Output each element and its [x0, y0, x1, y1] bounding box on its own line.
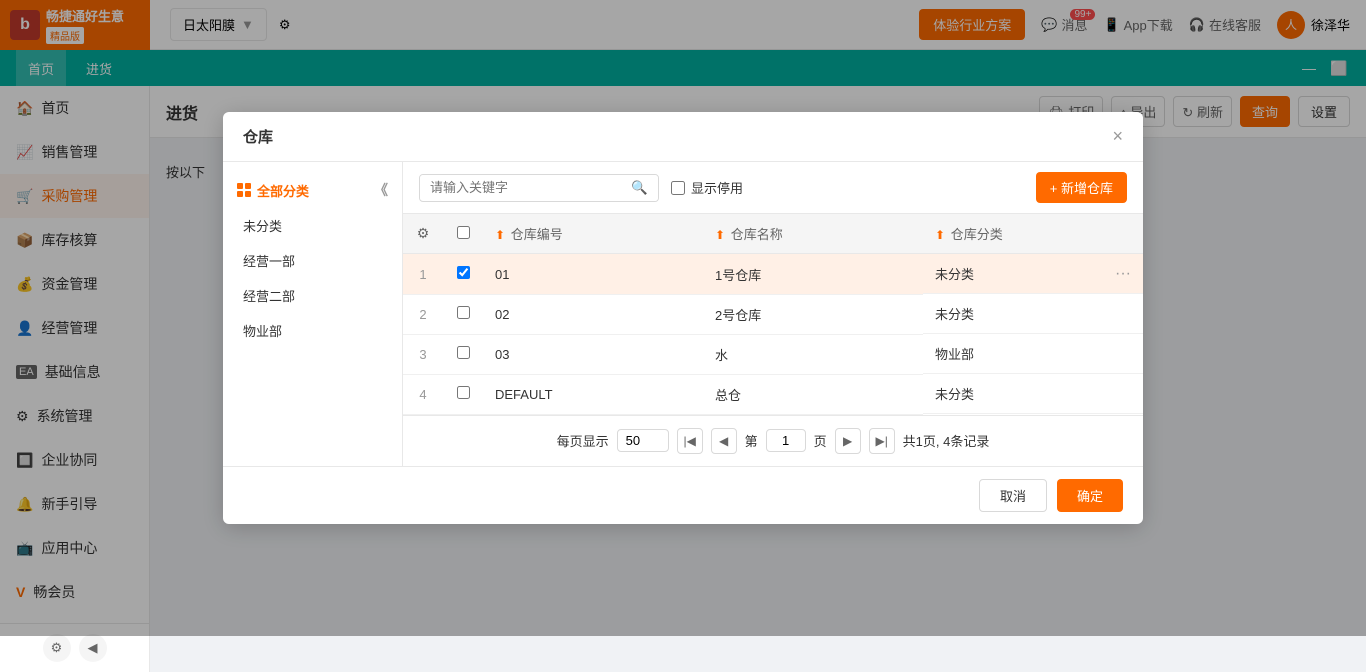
row-checkbox-cell	[443, 374, 483, 414]
row-checkbox[interactable]	[457, 386, 470, 399]
sort-icon-cat: ⬆	[935, 228, 945, 242]
row-name: 水	[703, 334, 923, 374]
row-checkbox-cell	[443, 334, 483, 374]
search-btn[interactable]: 🔍	[621, 175, 658, 201]
pagination-total: 共1页, 4条记录	[903, 431, 990, 450]
page-input[interactable]	[766, 429, 806, 452]
row-more-btn[interactable]: ···	[1115, 265, 1131, 283]
th-warehouse-category: ⬆ 仓库分类	[923, 214, 1143, 254]
row-num: 2	[403, 294, 443, 334]
page-unit: 页	[814, 431, 827, 450]
confirm-btn[interactable]: 确定	[1057, 479, 1123, 512]
modal-close-btn[interactable]: ×	[1112, 126, 1123, 147]
sort-icon: ⬆	[495, 228, 505, 242]
row-checkbox-cell	[443, 254, 483, 295]
category-all-label: 全部分类	[257, 181, 309, 200]
row-num: 1	[403, 254, 443, 295]
row-category: 未分类 ···	[923, 254, 1143, 294]
show-disabled-checkbox[interactable]	[671, 181, 685, 195]
th-settings: ⚙	[403, 214, 443, 254]
table-row[interactable]: 3 03 水 物业部	[403, 334, 1143, 374]
cancel-btn[interactable]: 取消	[979, 479, 1047, 512]
sidebar-settings-btn[interactable]: ⚙	[43, 634, 71, 662]
modal-title: 仓库	[243, 126, 273, 147]
table-row[interactable]: 2 02 2号仓库 未分类	[403, 294, 1143, 334]
row-checkbox-cell	[443, 294, 483, 334]
table-row[interactable]: 4 DEFAULT 总仓 未分类	[403, 374, 1143, 414]
category-panel: 全部分类 《 未分类 经营一部 经营二部 物业部	[223, 162, 403, 466]
next-page-btn[interactable]: ▶	[835, 428, 861, 454]
pagination: 每页显示 50 20 100 |◀ ◀ 第 页 ▶ ▶| 共1页, 4条记录	[403, 415, 1143, 466]
row-code: 01	[483, 254, 703, 295]
row-name: 2号仓库	[703, 294, 923, 334]
first-page-btn[interactable]: |◀	[677, 428, 703, 454]
category-item-unclassified[interactable]: 未分类	[223, 208, 402, 243]
row-category: 物业部	[923, 334, 1143, 374]
modal-header: 仓库 ×	[223, 112, 1143, 162]
row-category: 未分类	[923, 294, 1143, 334]
warehouse-table: ⚙ ⬆ 仓库编号 ⬆	[403, 214, 1143, 415]
sort-icon-name: ⬆	[715, 228, 725, 242]
row-code: DEFAULT	[483, 374, 703, 414]
category-item-ops2[interactable]: 经营二部	[223, 278, 402, 313]
row-name: 1号仓库	[703, 254, 923, 295]
page-label: 第	[745, 431, 758, 450]
category-all-label-wrap: 全部分类	[237, 181, 309, 200]
category-item-property[interactable]: 物业部	[223, 313, 402, 348]
category-collapse-icon[interactable]: 《	[374, 180, 388, 200]
per-page-select[interactable]: 50 20 100	[617, 429, 669, 452]
search-wrap: 🔍	[419, 174, 659, 202]
th-warehouse-code: ⬆ 仓库编号	[483, 214, 703, 254]
row-checkbox[interactable]	[457, 306, 470, 319]
category-all-btn[interactable]: 全部分类 《	[223, 172, 402, 208]
table-row[interactable]: 1 01 1号仓库 未分类 ···	[403, 254, 1143, 295]
row-name: 总仓	[703, 374, 923, 414]
warehouse-modal: 仓库 × 全部分类 《 未分类 经营一部 经营二部 物业部	[223, 112, 1143, 524]
per-page-label: 每页显示	[557, 431, 609, 450]
row-code: 03	[483, 334, 703, 374]
search-icon: 🔍	[631, 180, 648, 195]
right-panel: 🔍 显示停用 + 新增仓库 ⚙	[403, 162, 1143, 466]
category-item-ops1[interactable]: 经营一部	[223, 243, 402, 278]
grid-icon	[237, 183, 251, 197]
modal-overlay: 仓库 × 全部分类 《 未分类 经营一部 经营二部 物业部	[0, 0, 1366, 636]
prev-page-btn[interactable]: ◀	[711, 428, 737, 454]
gear-icon-th: ⚙	[417, 225, 430, 241]
select-all-checkbox[interactable]	[457, 226, 470, 239]
modal-toolbar: 🔍 显示停用 + 新增仓库	[403, 162, 1143, 214]
th-checkbox	[443, 214, 483, 254]
row-checkbox[interactable]	[457, 266, 470, 279]
add-warehouse-btn[interactable]: + 新增仓库	[1036, 172, 1127, 203]
show-disabled-label: 显示停用	[671, 178, 743, 197]
modal-body: 全部分类 《 未分类 经营一部 经营二部 物业部 🔍	[223, 162, 1143, 466]
row-checkbox[interactable]	[457, 346, 470, 359]
sidebar-collapse-btn[interactable]: ◀	[79, 634, 107, 662]
row-num: 4	[403, 374, 443, 414]
row-code: 02	[483, 294, 703, 334]
row-category: 未分类	[923, 374, 1143, 414]
search-input[interactable]	[420, 175, 621, 200]
th-warehouse-name: ⬆ 仓库名称	[703, 214, 923, 254]
row-num: 3	[403, 334, 443, 374]
modal-footer: 取消 确定	[223, 466, 1143, 524]
last-page-btn[interactable]: ▶|	[869, 428, 895, 454]
